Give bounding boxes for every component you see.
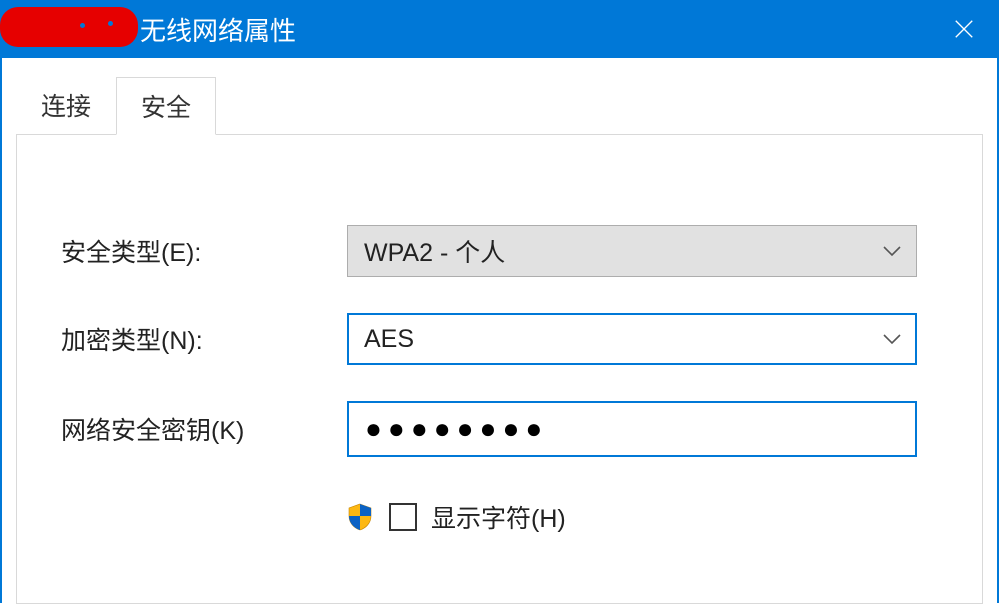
combo-encryption-type-value: AES — [364, 325, 414, 354]
titlebar-left: 无线网络属性 — [0, 0, 296, 58]
row-security-type: 安全类型(E): WPA2 - 个人 — [57, 225, 942, 277]
combo-security-type-value: WPA2 - 个人 — [364, 233, 505, 269]
row-show-characters: 显示字符(H) — [347, 499, 942, 535]
label-network-key: 网络安全密钥(K) — [57, 411, 347, 447]
row-encryption-type: 加密类型(N): AES — [57, 313, 942, 365]
input-network-key-value: ●●●●●●●● — [365, 413, 548, 445]
close-button[interactable] — [929, 0, 999, 58]
label-encryption-type: 加密类型(N): — [57, 321, 347, 357]
input-network-key[interactable]: ●●●●●●●● — [347, 401, 917, 457]
combo-encryption-type[interactable]: AES — [347, 313, 917, 365]
chevron-down-icon — [882, 241, 902, 262]
window-body: 连接 安全 安全类型(E): WPA2 - 个人 加密类型(N): AES 网络… — [0, 58, 999, 603]
window-titlebar: 无线网络属性 — [0, 0, 999, 58]
chevron-down-icon — [882, 329, 902, 350]
checkbox-show-characters[interactable] — [389, 503, 417, 531]
tab-strip: 连接 安全 — [16, 82, 983, 134]
label-security-type: 安全类型(E): — [57, 233, 347, 269]
tab-panel-security: 安全类型(E): WPA2 - 个人 加密类型(N): AES 网络安全密钥(K… — [16, 134, 983, 604]
combo-security-type[interactable]: WPA2 - 个人 — [347, 225, 917, 277]
label-show-characters: 显示字符(H) — [431, 499, 566, 535]
tab-security[interactable]: 安全 — [116, 77, 216, 135]
uac-shield-icon — [347, 503, 373, 531]
redacted-network-name — [0, 7, 138, 47]
close-icon — [953, 18, 975, 40]
tab-connection[interactable]: 连接 — [16, 76, 116, 134]
window-title: 无线网络属性 — [140, 11, 296, 48]
row-network-key: 网络安全密钥(K) ●●●●●●●● — [57, 401, 942, 457]
